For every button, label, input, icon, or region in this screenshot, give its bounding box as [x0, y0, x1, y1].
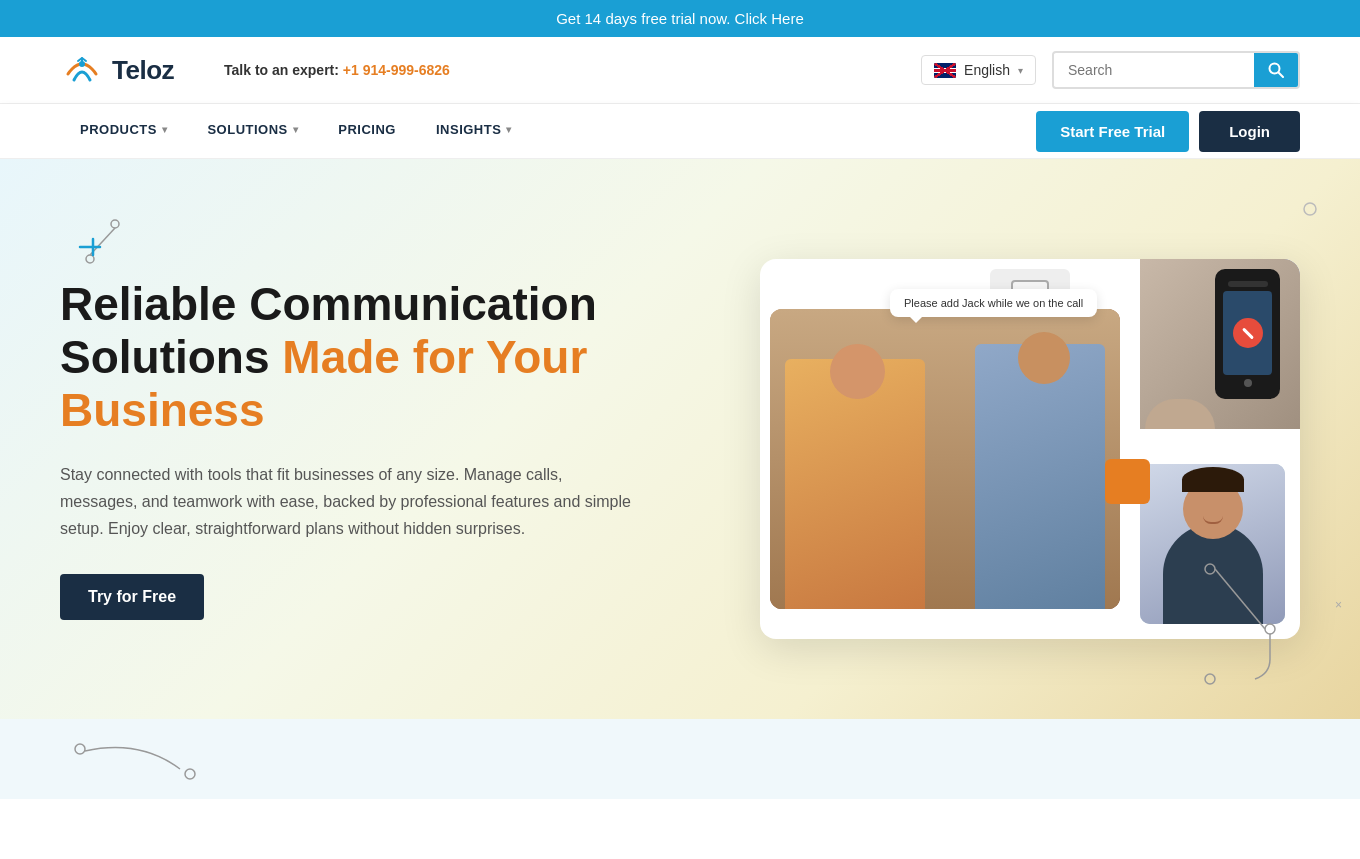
svg-point-4	[86, 255, 94, 263]
search-button[interactable]	[1254, 53, 1298, 87]
nav-item-pricing[interactable]: PRICING	[318, 104, 416, 158]
header: Teloz Talk to an expert: +1 914-999-6826…	[0, 37, 1360, 104]
header-right: English ▾	[921, 51, 1300, 89]
svg-point-11	[1265, 624, 1275, 634]
logo[interactable]: Teloz	[60, 54, 174, 86]
header-left: Teloz Talk to an expert: +1 914-999-6826	[60, 54, 450, 86]
nav-item-products[interactable]: PRODUCTS ▾	[60, 104, 187, 158]
photo-bg	[770, 309, 1120, 609]
svg-point-16	[185, 769, 195, 779]
flag-icon	[934, 63, 956, 78]
nav-links: PRODUCTS ▾ SOLUTIONS ▾ PRICING INSIGHTS …	[60, 104, 532, 158]
chevron-down-icon: ▾	[1018, 65, 1023, 76]
svg-point-10	[1205, 564, 1215, 574]
hero-description: Stay connected with tools that fit busin…	[60, 461, 640, 543]
main-photo	[770, 309, 1120, 609]
svg-point-15	[75, 744, 85, 754]
phone-hand-image	[1140, 259, 1300, 429]
bottom-decorative-path	[60, 729, 210, 789]
chevron-down-icon: ▾	[506, 124, 512, 135]
start-free-trial-button[interactable]: Start Free Trial	[1036, 111, 1189, 152]
top-banner[interactable]: Get 14 days free trial now. Click Here	[0, 0, 1360, 37]
navbar: PRODUCTS ▾ SOLUTIONS ▾ PRICING INSIGHTS …	[0, 104, 1360, 159]
contact-label: Talk to an expert:	[224, 62, 339, 78]
svg-line-2	[1279, 73, 1284, 78]
svg-point-3	[111, 220, 119, 228]
svg-text:×: ×	[1335, 598, 1342, 612]
decorative-top-right	[1280, 179, 1340, 239]
logo-text: Teloz	[112, 55, 174, 86]
svg-point-12	[1205, 674, 1215, 684]
hero-content: Reliable Communication Solutions Made fo…	[60, 278, 680, 620]
banner-text: Get 14 days free trial now. Click Here	[556, 10, 804, 27]
hero-title: Reliable Communication Solutions Made fo…	[60, 278, 680, 437]
language-label: English	[964, 62, 1010, 78]
chevron-down-icon: ▾	[293, 124, 299, 135]
chat-bubble: Please add Jack while we on the call	[890, 289, 1097, 317]
bottom-section	[0, 719, 1360, 799]
contact-phone[interactable]: +1 914-999-6826	[343, 62, 450, 78]
nav-item-insights[interactable]: INSIGHTS ▾	[416, 104, 532, 158]
decorative-dots-outer: ×	[1180, 519, 1360, 719]
language-selector[interactable]: English ▾	[921, 55, 1036, 85]
svg-point-14	[1304, 203, 1316, 215]
logo-icon	[60, 54, 104, 86]
hero-image-collage: Please add Jack while we on the call	[760, 259, 1300, 639]
search-icon	[1268, 62, 1284, 78]
header-contact: Talk to an expert: +1 914-999-6826	[224, 62, 450, 78]
search-input[interactable]	[1054, 54, 1254, 86]
login-button[interactable]: Login	[1199, 111, 1300, 152]
try-for-free-button[interactable]: Try for Free	[60, 574, 204, 620]
chevron-down-icon: ▾	[162, 124, 168, 135]
nav-item-solutions[interactable]: SOLUTIONS ▾	[187, 104, 318, 158]
search-box	[1052, 51, 1300, 89]
hero-section: Reliable Communication Solutions Made fo…	[0, 159, 1360, 719]
nav-actions: Start Free Trial Login	[1036, 111, 1300, 152]
orange-decoration	[1105, 459, 1150, 504]
chat-bubble-text: Please add Jack while we on the call	[904, 297, 1083, 309]
